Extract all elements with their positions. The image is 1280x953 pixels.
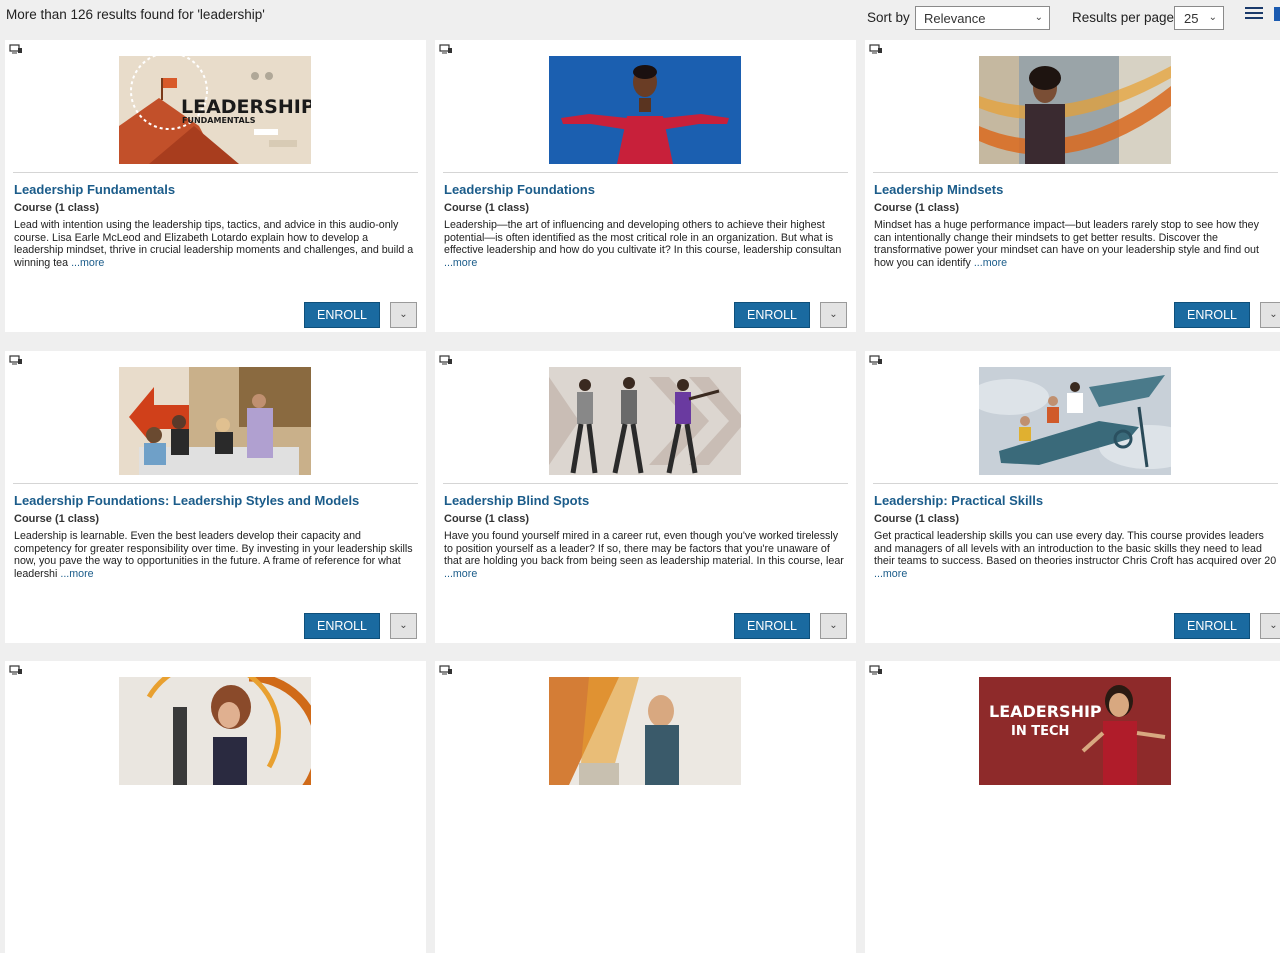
course-thumbnail[interactable]: LEADERSHIP FUNDAMENTALS <box>119 56 311 164</box>
course-description: Get practical leadership skills you can … <box>874 530 1277 580</box>
options-button[interactable]: ⌄ <box>1260 613 1280 639</box>
enroll-button[interactable]: ENROLL <box>734 613 810 639</box>
course-type: Course (1 class) <box>444 513 529 525</box>
course-title-link[interactable]: Leadership Foundations <box>444 182 595 197</box>
course-type: Course (1 class) <box>874 202 959 214</box>
course-card <box>435 661 856 953</box>
svg-text:FUNDAMENTALS: FUNDAMENTALS <box>182 116 256 125</box>
sort-value: Relevance <box>924 11 986 26</box>
course-description: Have you found yourself mired in a caree… <box>444 530 844 580</box>
chevron-down-icon: ⌄ <box>829 309 838 320</box>
chevron-down-icon: ⌄ <box>1269 620 1278 631</box>
course-thumbnail[interactable] <box>979 56 1171 164</box>
computer-icon <box>439 665 452 675</box>
course-thumbnail[interactable] <box>549 367 741 475</box>
results-per-page-select[interactable]: 25 ⌄ <box>1174 6 1224 30</box>
chevron-down-icon: ⌄ <box>1034 12 1043 23</box>
course-title-link[interactable]: Leadership Blind Spots <box>444 493 589 508</box>
computer-icon <box>869 355 882 365</box>
course-title-link[interactable]: Leadership Fundamentals <box>14 182 175 197</box>
course-thumbnail[interactable] <box>549 56 741 164</box>
course-card: Leadership Blind Spots Course (1 class) … <box>435 351 856 643</box>
grid-view-icon[interactable] <box>1274 7 1280 21</box>
enroll-button[interactable]: ENROLL <box>304 613 380 639</box>
course-description: Leadership is learnable. Even the best l… <box>14 530 413 580</box>
options-button[interactable]: ⌄ <box>390 302 417 328</box>
sort-label: Sort by <box>867 10 910 25</box>
enroll-button[interactable]: ENROLL <box>1174 613 1250 639</box>
course-card: Leadership: Practical Skills Course (1 c… <box>865 351 1280 643</box>
course-card: Leadership Mindsets Course (1 class) Min… <box>865 40 1280 332</box>
enroll-button[interactable]: ENROLL <box>304 302 380 328</box>
course-thumbnail[interactable] <box>119 677 311 785</box>
options-button[interactable]: ⌄ <box>820 302 847 328</box>
course-card: Leadership Foundations: Leadership Style… <box>5 351 426 643</box>
more-link[interactable]: ...more <box>444 257 477 269</box>
chevron-down-icon: ⌄ <box>1208 12 1217 23</box>
course-title-link[interactable]: Leadership Mindsets <box>874 182 1003 197</box>
chevron-down-icon: ⌄ <box>399 309 408 320</box>
course-card <box>5 661 426 953</box>
course-title-link[interactable]: Leadership: Practical Skills <box>874 493 1043 508</box>
list-view-icon[interactable] <box>1245 7 1263 21</box>
course-thumbnail[interactable] <box>119 367 311 475</box>
more-link[interactable]: ...more <box>974 257 1007 269</box>
course-card: LEADERSHIP IN TECH <box>865 661 1280 953</box>
course-type: Course (1 class) <box>14 202 99 214</box>
course-thumbnail[interactable] <box>549 677 741 785</box>
course-thumbnail[interactable]: LEADERSHIP IN TECH <box>979 677 1171 785</box>
results-toolbar: More than 126 results found for 'leaders… <box>0 0 1280 38</box>
svg-text:IN TECH: IN TECH <box>1011 724 1069 739</box>
computer-icon <box>9 44 22 54</box>
more-link[interactable]: ...more <box>71 257 104 269</box>
more-link[interactable]: ...more <box>444 568 477 580</box>
course-description: Leadership—the art of influencing and de… <box>444 219 842 269</box>
more-link[interactable]: ...more <box>874 568 907 580</box>
computer-icon <box>9 665 22 675</box>
course-thumbnail[interactable] <box>979 367 1171 475</box>
svg-text:LEADERSHIP: LEADERSHIP <box>989 702 1102 721</box>
computer-icon <box>439 44 452 54</box>
results-per-page-label: Results per page <box>1072 10 1175 25</box>
course-card: LEADERSHIP FUNDAMENTALS Leadership Funda… <box>5 40 426 332</box>
course-type: Course (1 class) <box>444 202 529 214</box>
svg-text:LEADERSHIP: LEADERSHIP <box>181 96 311 118</box>
course-type: Course (1 class) <box>874 513 959 525</box>
computer-icon <box>439 355 452 365</box>
results-per-page-value: 25 <box>1184 11 1199 26</box>
course-description: Mindset has a huge performance impact—bu… <box>874 219 1259 269</box>
computer-icon <box>869 44 882 54</box>
computer-icon <box>9 355 22 365</box>
chevron-down-icon: ⌄ <box>1269 309 1278 320</box>
enroll-button[interactable]: ENROLL <box>1174 302 1250 328</box>
sort-select[interactable]: Relevance ⌄ <box>915 6 1050 30</box>
options-button[interactable]: ⌄ <box>1260 302 1280 328</box>
more-link[interactable]: ...more <box>60 568 93 580</box>
course-title-link[interactable]: Leadership Foundations: Leadership Style… <box>14 493 359 508</box>
results-count: More than 126 results found for 'leaders… <box>6 7 265 22</box>
chevron-down-icon: ⌄ <box>399 620 408 631</box>
course-card: Leadership Foundations Course (1 class) … <box>435 40 856 332</box>
options-button[interactable]: ⌄ <box>390 613 417 639</box>
course-type: Course (1 class) <box>14 513 99 525</box>
course-description: Lead with intention using the leadership… <box>14 219 414 269</box>
computer-icon <box>869 665 882 675</box>
chevron-down-icon: ⌄ <box>829 620 838 631</box>
options-button[interactable]: ⌄ <box>820 613 847 639</box>
enroll-button[interactable]: ENROLL <box>734 302 810 328</box>
